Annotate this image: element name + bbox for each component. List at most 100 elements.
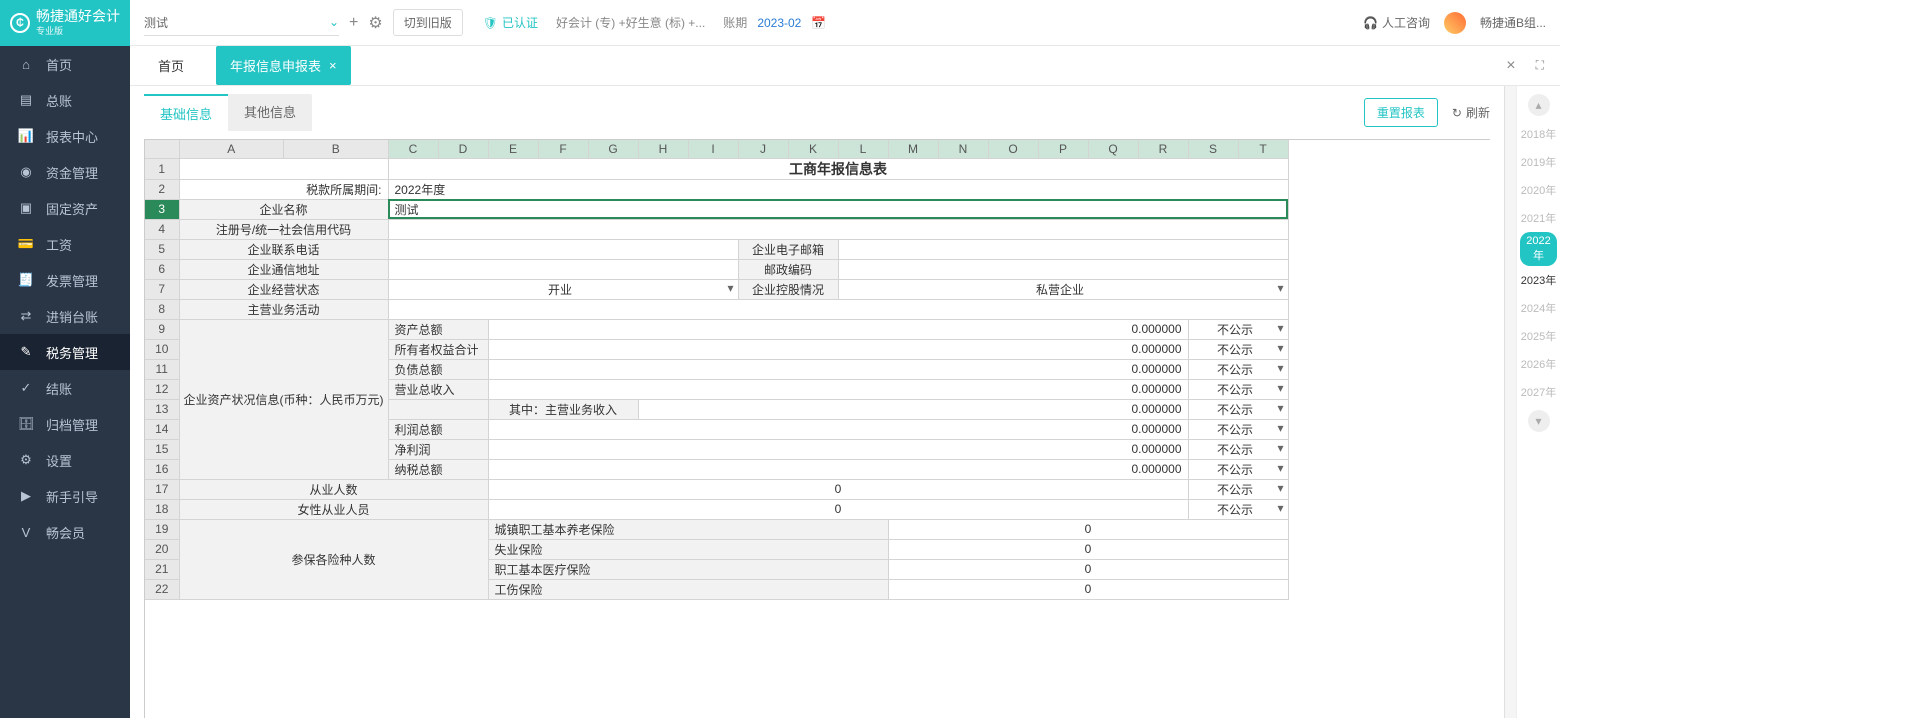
company-select[interactable]: 测试 ⌄	[144, 10, 339, 36]
year-2022年[interactable]: 2022年	[1520, 232, 1556, 266]
tab-home[interactable]: 首页	[144, 46, 198, 85]
cell[interactable]: 0.000000	[488, 339, 1188, 359]
row-header[interactable]: 8	[145, 299, 179, 319]
col-header[interactable]: G	[588, 140, 638, 158]
ownership-select[interactable]: 私营企业▾	[838, 279, 1288, 299]
col-header[interactable]	[145, 140, 179, 158]
col-header[interactable]: B	[284, 140, 389, 158]
cell[interactable]	[388, 299, 1288, 319]
support-link[interactable]: 🎧 人工咨询	[1363, 14, 1430, 31]
col-header[interactable]: K	[788, 140, 838, 158]
year-down-icon[interactable]: ▾	[1528, 410, 1550, 432]
period-calendar-icon[interactable]: 📅	[811, 16, 826, 30]
col-header[interactable]: I	[688, 140, 738, 158]
cell[interactable]: 0.000000	[488, 379, 1188, 399]
cell[interactable]	[179, 158, 388, 179]
cell[interactable]	[838, 259, 1288, 279]
cell[interactable]: 0.000000	[488, 319, 1188, 339]
publicity-select[interactable]: 不公示▾	[1188, 359, 1288, 379]
publicity-select[interactable]: 不公示▾	[1188, 419, 1288, 439]
cell[interactable]: 0	[888, 519, 1288, 539]
cell[interactable]	[388, 219, 1288, 239]
close-all-tabs-button[interactable]: ×	[1498, 53, 1523, 79]
row-header[interactable]: 15	[145, 439, 179, 459]
sidebar-item-member[interactable]: V畅会员	[0, 514, 130, 550]
row-header[interactable]: 4	[145, 219, 179, 239]
spreadsheet[interactable]: ABCDEFGHIJKLMNOPQRST1工商年报信息表2税款所属期间:2022…	[144, 139, 1490, 718]
sidebar-item-report[interactable]: 📊报表中心	[0, 118, 130, 154]
cell[interactable]: 0	[888, 579, 1288, 599]
sidebar-item-salary[interactable]: 💳工资	[0, 226, 130, 262]
cell[interactable]: 0.000000	[638, 399, 1188, 419]
row-header[interactable]: 7	[145, 279, 179, 299]
col-header[interactable]: J	[738, 140, 788, 158]
cell[interactable]	[838, 239, 1288, 259]
publicity-select[interactable]: 不公示▾	[1188, 479, 1288, 499]
sidebar-item-invoice[interactable]: 🧾发票管理	[0, 262, 130, 298]
sidebar-item-close[interactable]: ✓结账	[0, 370, 130, 406]
row-header[interactable]: 2	[145, 179, 179, 199]
publicity-select[interactable]: 不公示▾	[1188, 499, 1288, 519]
row-header[interactable]: 22	[145, 579, 179, 599]
sidebar-item-home[interactable]: ⌂首页	[0, 46, 130, 82]
year-2023年[interactable]: 2023年	[1516, 266, 1560, 294]
sidebar-item-tax[interactable]: ✎税务管理	[0, 334, 130, 370]
sidebar-item-settings[interactable]: ⚙设置	[0, 442, 130, 478]
col-header[interactable]: M	[888, 140, 938, 158]
row-header[interactable]: 13	[145, 399, 179, 419]
sidebar-item-archive[interactable]: 🗄归档管理	[0, 406, 130, 442]
cell[interactable]: 0	[888, 559, 1288, 579]
cell[interactable]: 0	[488, 499, 1188, 519]
company-settings-icon[interactable]: ⚙	[368, 13, 382, 33]
cell[interactable]: 0.000000	[488, 439, 1188, 459]
col-header[interactable]: P	[1038, 140, 1088, 158]
close-icon[interactable]: ×	[329, 58, 337, 73]
col-header[interactable]: E	[488, 140, 538, 158]
col-header[interactable]: D	[438, 140, 488, 158]
row-header[interactable]: 19	[145, 519, 179, 539]
sheet-tab-basic[interactable]: 基础信息	[144, 94, 228, 131]
sidebar-item-funds[interactable]: ◉资金管理	[0, 154, 130, 190]
row-header[interactable]: 20	[145, 539, 179, 559]
avatar[interactable]	[1444, 12, 1466, 34]
col-header[interactable]: A	[179, 140, 284, 158]
sidebar-item-stock[interactable]: ⇄进销台账	[0, 298, 130, 334]
publicity-select[interactable]: 不公示▾	[1188, 439, 1288, 459]
tab-annual-report[interactable]: 年报信息申报表 ×	[216, 46, 351, 85]
business-status-select[interactable]: 开业▾	[388, 279, 738, 299]
cell[interactable]: 0.000000	[488, 459, 1188, 479]
col-header[interactable]: S	[1188, 140, 1238, 158]
col-header[interactable]: L	[838, 140, 888, 158]
fullscreen-icon[interactable]: ⛶	[1532, 54, 1548, 77]
row-header[interactable]: 11	[145, 359, 179, 379]
scrollbar-vertical[interactable]	[1504, 86, 1516, 718]
row-header[interactable]: 9	[145, 319, 179, 339]
cell[interactable]	[388, 399, 488, 419]
user-name[interactable]: 畅捷通B组...	[1480, 14, 1546, 31]
row-header[interactable]: 21	[145, 559, 179, 579]
publicity-select[interactable]: 不公示▾	[1188, 399, 1288, 419]
cell[interactable]: 0.000000	[488, 359, 1188, 379]
row-header[interactable]: 12	[145, 379, 179, 399]
company-name-cell[interactable]: 测试	[388, 199, 1288, 219]
cell[interactable]: 0.000000	[488, 419, 1188, 439]
publicity-select[interactable]: 不公示▾	[1188, 379, 1288, 399]
row-header[interactable]: 3	[145, 199, 179, 219]
switch-old-button[interactable]: 切到旧版	[393, 9, 463, 36]
sidebar-item-guide[interactable]: ▶新手引导	[0, 478, 130, 514]
sheet-tab-other[interactable]: 其他信息	[228, 94, 312, 131]
col-header[interactable]: R	[1138, 140, 1188, 158]
row-header[interactable]: 14	[145, 419, 179, 439]
cell[interactable]	[388, 239, 738, 259]
publicity-select[interactable]: 不公示▾	[1188, 459, 1288, 479]
sidebar-item-assets[interactable]: ▣固定资产	[0, 190, 130, 226]
sidebar-item-ledger[interactable]: ▤总账	[0, 82, 130, 118]
cell[interactable]: 0	[488, 479, 1188, 499]
reset-button[interactable]: 重置报表	[1364, 98, 1438, 127]
row-header[interactable]: 6	[145, 259, 179, 279]
row-header[interactable]: 18	[145, 499, 179, 519]
col-header[interactable]: O	[988, 140, 1038, 158]
row-header[interactable]: 10	[145, 339, 179, 359]
col-header[interactable]: C	[388, 140, 438, 158]
year-up-icon[interactable]: ▴	[1528, 94, 1550, 116]
